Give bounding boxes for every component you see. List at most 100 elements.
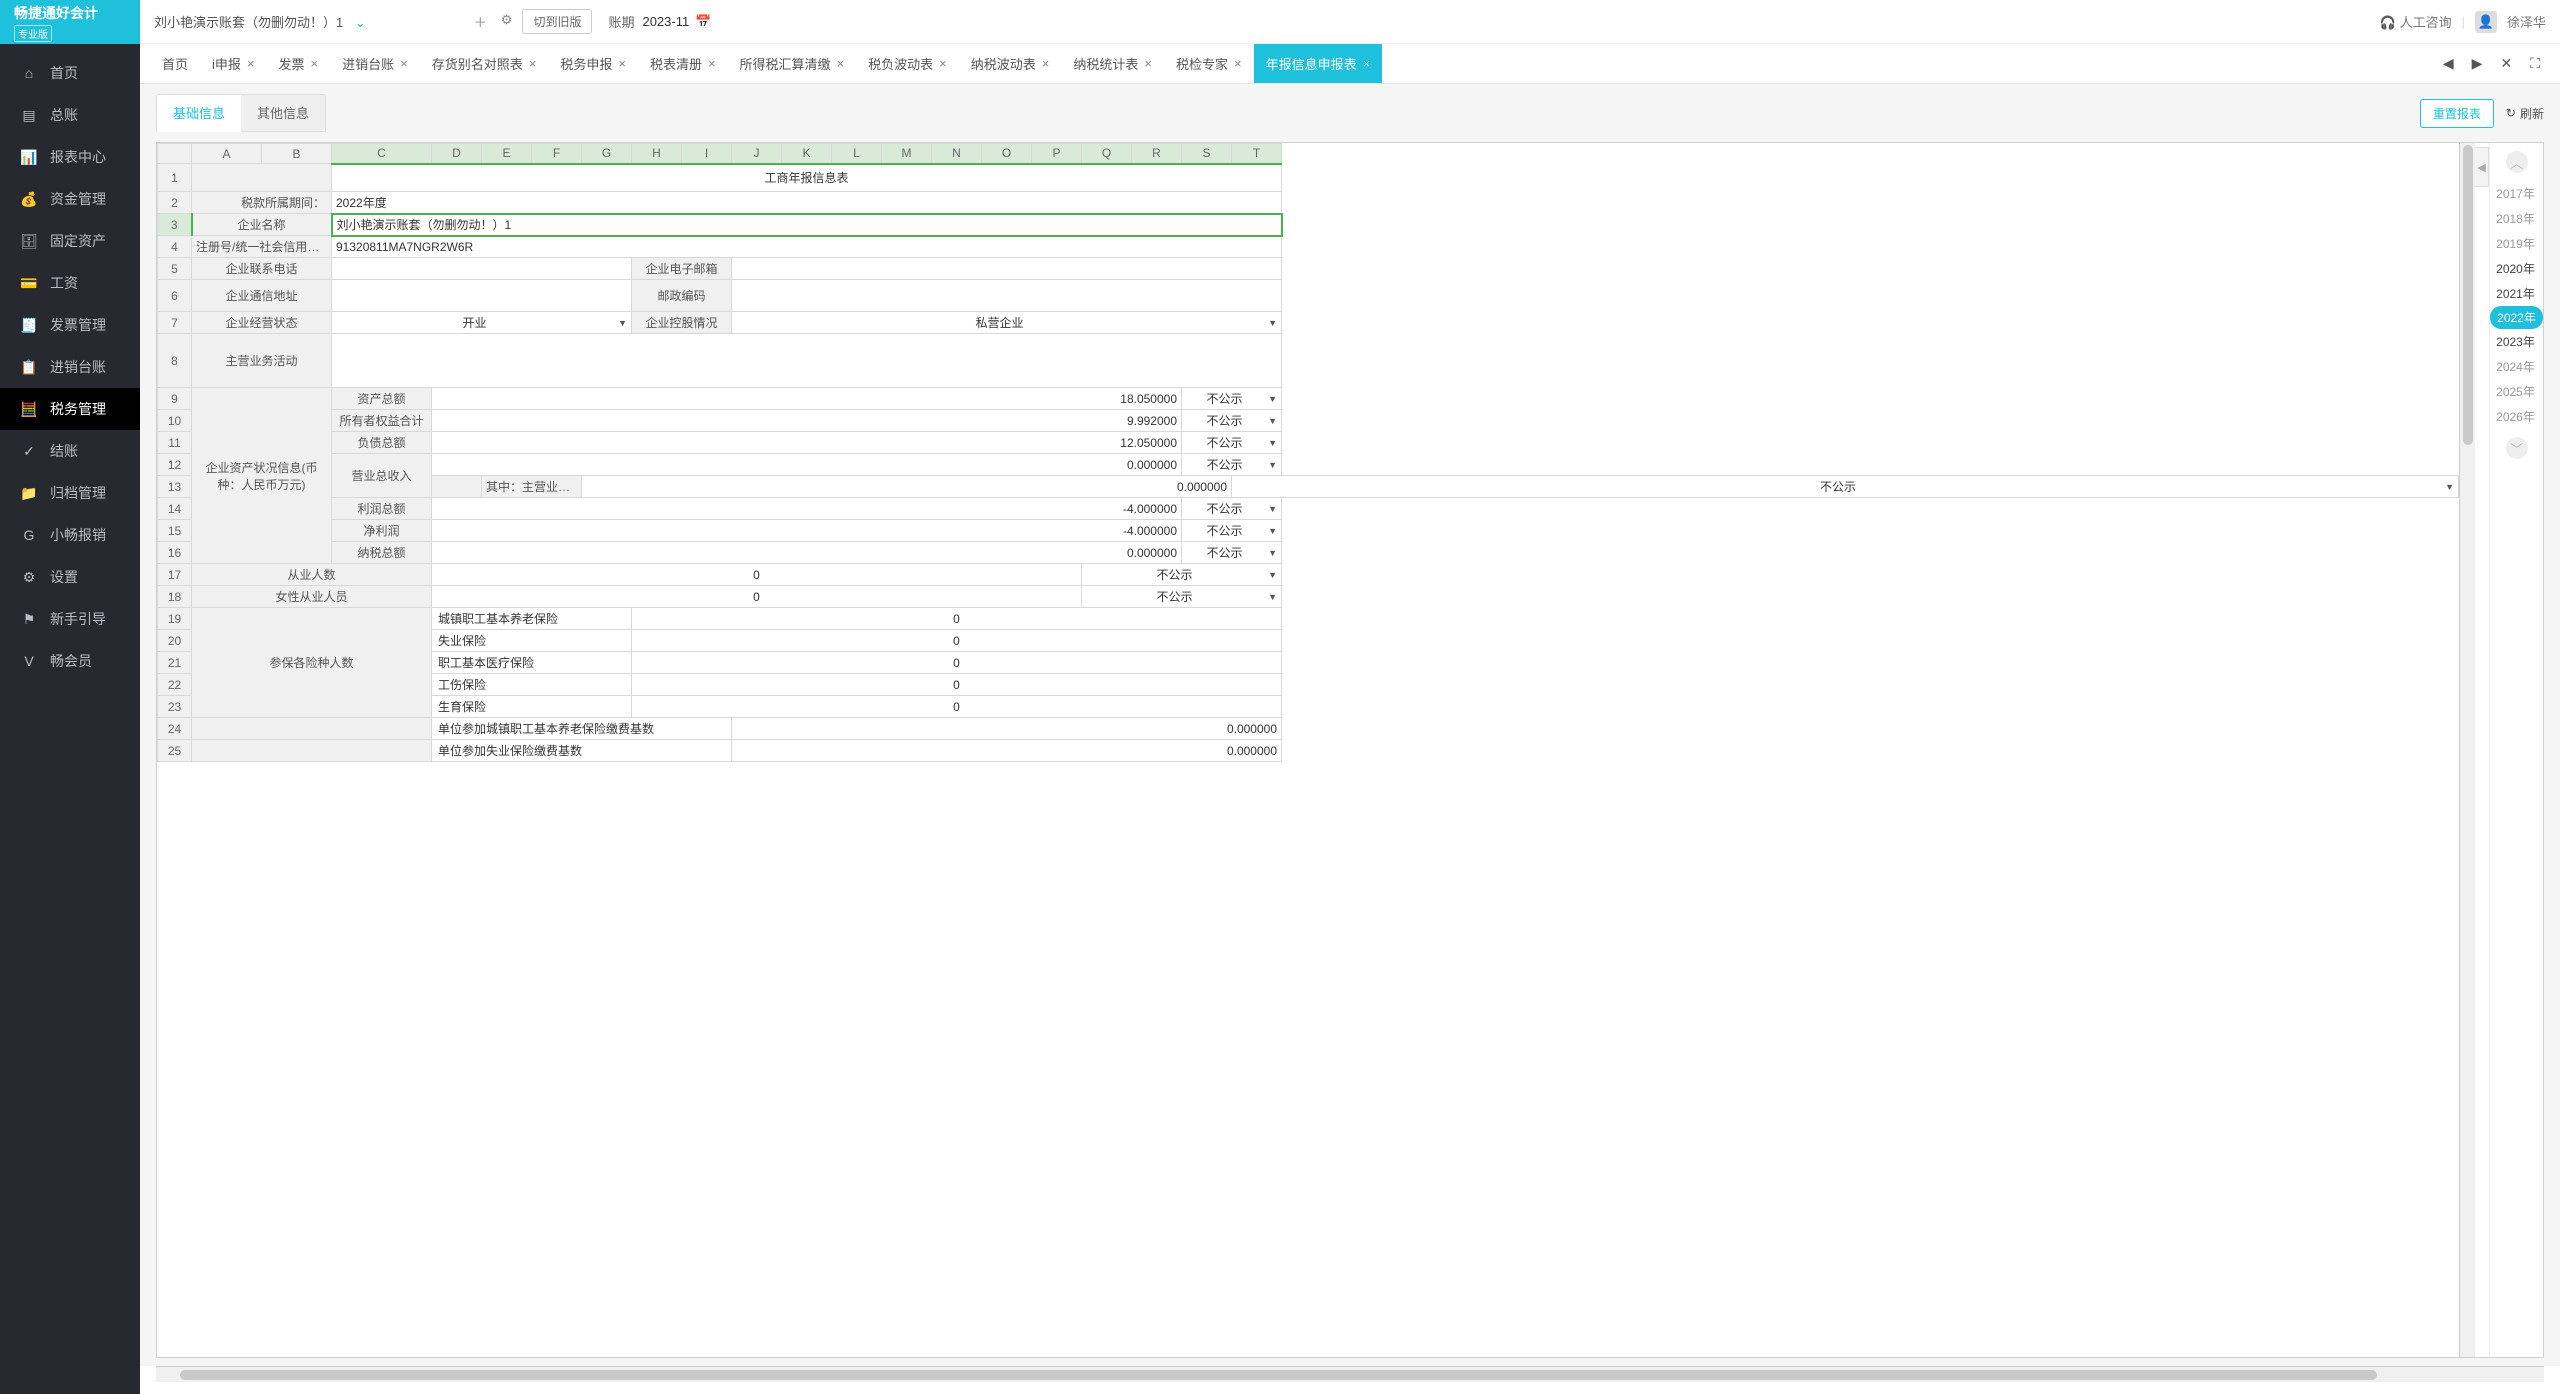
reset-report-button[interactable]: 重置报表 [2420, 99, 2494, 128]
year-panel-collapse[interactable]: ◀ [2475, 147, 2489, 187]
publish-select[interactable]: 不公示 [1182, 498, 1282, 520]
column-header[interactable]: S [1182, 144, 1232, 164]
year-item[interactable]: 2023年 [2490, 329, 2543, 354]
year-down-icon[interactable]: ﹀ [2506, 437, 2528, 459]
tab[interactable]: 税务申报× [548, 44, 638, 83]
column-header[interactable]: P [1032, 144, 1082, 164]
company-value[interactable]: 刘小艳演示账套（勿删勿动！）1 [332, 214, 1282, 236]
column-header[interactable]: I [682, 144, 732, 164]
sidebar-item-guide[interactable]: ⚑新手引导 [0, 598, 140, 640]
subtab-basic[interactable]: 基础信息 [157, 95, 241, 132]
tab-close-icon[interactable]: × [247, 56, 255, 71]
publish-select[interactable]: 不公示 [1182, 388, 1282, 410]
value-cell[interactable]: 12.050000 [432, 432, 1182, 454]
sidebar-item-home[interactable]: ⌂首页 [0, 52, 140, 94]
publish-select[interactable]: 不公示 [1182, 454, 1282, 476]
tab-close-icon[interactable]: × [529, 56, 537, 71]
sidebar-item-assets[interactable]: 🗄固定资产 [0, 220, 140, 262]
tab[interactable]: 所得税汇算清缴× [728, 44, 857, 83]
value-cell[interactable]: 0.000000 [432, 454, 1182, 476]
year-up-icon[interactable]: ︿ [2506, 151, 2528, 173]
column-header[interactable]: L [832, 144, 882, 164]
publish-select[interactable]: 不公示 [1182, 410, 1282, 432]
value-cell[interactable]: 0.000000 [582, 476, 1232, 498]
sidebar-item-closing[interactable]: ✓结账 [0, 430, 140, 472]
sidebar-item-psi[interactable]: 📋进销台账 [0, 346, 140, 388]
column-header[interactable]: N [932, 144, 982, 164]
status-select[interactable]: 开业 [332, 312, 632, 334]
value-cell[interactable]: -4.000000 [432, 520, 1182, 542]
sidebar-item-reports[interactable]: 📊报表中心 [0, 136, 140, 178]
period-value[interactable]: 2023-11 [642, 14, 689, 29]
column-header[interactable]: O [982, 144, 1032, 164]
gear-icon[interactable]: ⚙ [501, 12, 513, 31]
tab-close-icon[interactable]: × [1363, 56, 1371, 71]
tab[interactable]: 纳税波动表× [959, 44, 1062, 83]
tab[interactable]: 发票× [267, 44, 331, 83]
year-item[interactable]: 2022年 [2490, 306, 2543, 329]
column-header[interactable]: J [732, 144, 782, 164]
tab-close-icon[interactable]: × [1042, 56, 1050, 71]
column-header[interactable]: F [532, 144, 582, 164]
tab-close-icon[interactable]: × [708, 56, 716, 71]
tabs-close-all-icon[interactable]: ✕ [2496, 53, 2516, 74]
avatar-icon[interactable]: 👤 [2475, 11, 2497, 33]
support-button[interactable]: 🎧 人工咨询 [2380, 12, 2452, 31]
tab[interactable]: i申报× [200, 44, 266, 83]
tab[interactable]: 税表清册× [638, 44, 728, 83]
old-version-button[interactable]: 切到旧版 [522, 9, 592, 34]
sidebar-item-invoice[interactable]: 🧾发票管理 [0, 304, 140, 346]
tab[interactable]: 税检专家× [1164, 44, 1254, 83]
tab-close-icon[interactable]: × [1234, 56, 1242, 71]
holding-select[interactable]: 私营企业 [732, 312, 1282, 334]
account-select[interactable]: 刘小艳演示账套（勿删勿动！）1 ⌄ [154, 12, 466, 31]
tab[interactable]: 税负波动表× [856, 44, 959, 83]
subtab-other[interactable]: 其他信息 [241, 95, 325, 131]
refresh-button[interactable]: ↻ 刷新 [2506, 105, 2544, 122]
publish-select[interactable]: 不公示 [1182, 432, 1282, 454]
column-header[interactable]: K [782, 144, 832, 164]
tab-close-icon[interactable]: × [618, 56, 626, 71]
publish-select[interactable]: 不公示 [1182, 542, 1282, 564]
publish-select[interactable]: 不公示 [1182, 520, 1282, 542]
tab-close-icon[interactable]: × [939, 56, 947, 71]
column-header[interactable]: R [1132, 144, 1182, 164]
vertical-scrollbar[interactable] [2459, 143, 2475, 1357]
tabs-next-icon[interactable]: ▶ [2468, 53, 2487, 74]
column-header[interactable]: B [262, 144, 332, 164]
tab[interactable]: 年报信息申报表× [1254, 44, 1383, 83]
sidebar-item-vip[interactable]: V畅会员 [0, 640, 140, 682]
horizontal-scrollbar[interactable] [156, 1366, 2544, 1382]
sidebar-item-archive[interactable]: 📁归档管理 [0, 472, 140, 514]
value-cell[interactable]: -4.000000 [432, 498, 1182, 520]
value-cell[interactable]: 18.050000 [432, 388, 1182, 410]
year-item[interactable]: 2020年 [2490, 256, 2543, 281]
sidebar-item-settings[interactable]: ⚙设置 [0, 556, 140, 598]
spreadsheet[interactable]: ABCDEFGHIJKLMNOPQRST 1工商年报信息表2税款所属期间：202… [157, 143, 2459, 762]
sidebar-item-funds[interactable]: 💰资金管理 [0, 178, 140, 220]
column-header[interactable]: E [482, 144, 532, 164]
column-header[interactable]: A [192, 144, 262, 164]
column-header[interactable]: H [632, 144, 682, 164]
column-header[interactable]: G [582, 144, 632, 164]
year-item[interactable]: 2021年 [2490, 281, 2543, 306]
calendar-icon[interactable]: 📅 [695, 14, 711, 30]
column-header[interactable]: M [882, 144, 932, 164]
plus-icon[interactable]: ＋ [474, 12, 487, 31]
value-cell[interactable]: 0.000000 [432, 542, 1182, 564]
tab-close-icon[interactable]: × [400, 56, 408, 71]
user-name[interactable]: 徐泽华 [2507, 12, 2546, 31]
publish-select[interactable]: 不公示 [1232, 476, 2459, 498]
tab[interactable]: 进销台账× [330, 44, 420, 83]
tab[interactable]: 首页 [150, 44, 200, 83]
tabs-prev-icon[interactable]: ◀ [2439, 53, 2458, 74]
column-header[interactable]: D [432, 144, 482, 164]
tab-close-icon[interactable]: × [1144, 56, 1152, 71]
column-header[interactable]: Q [1082, 144, 1132, 164]
tab[interactable]: 纳税统计表× [1061, 44, 1164, 83]
sidebar-item-ledger[interactable]: ▤总账 [0, 94, 140, 136]
sheet-corner[interactable] [158, 144, 192, 164]
tab-close-icon[interactable]: × [837, 56, 845, 71]
value-cell[interactable]: 9.992000 [432, 410, 1182, 432]
tab[interactable]: 存货别名对照表× [420, 44, 549, 83]
